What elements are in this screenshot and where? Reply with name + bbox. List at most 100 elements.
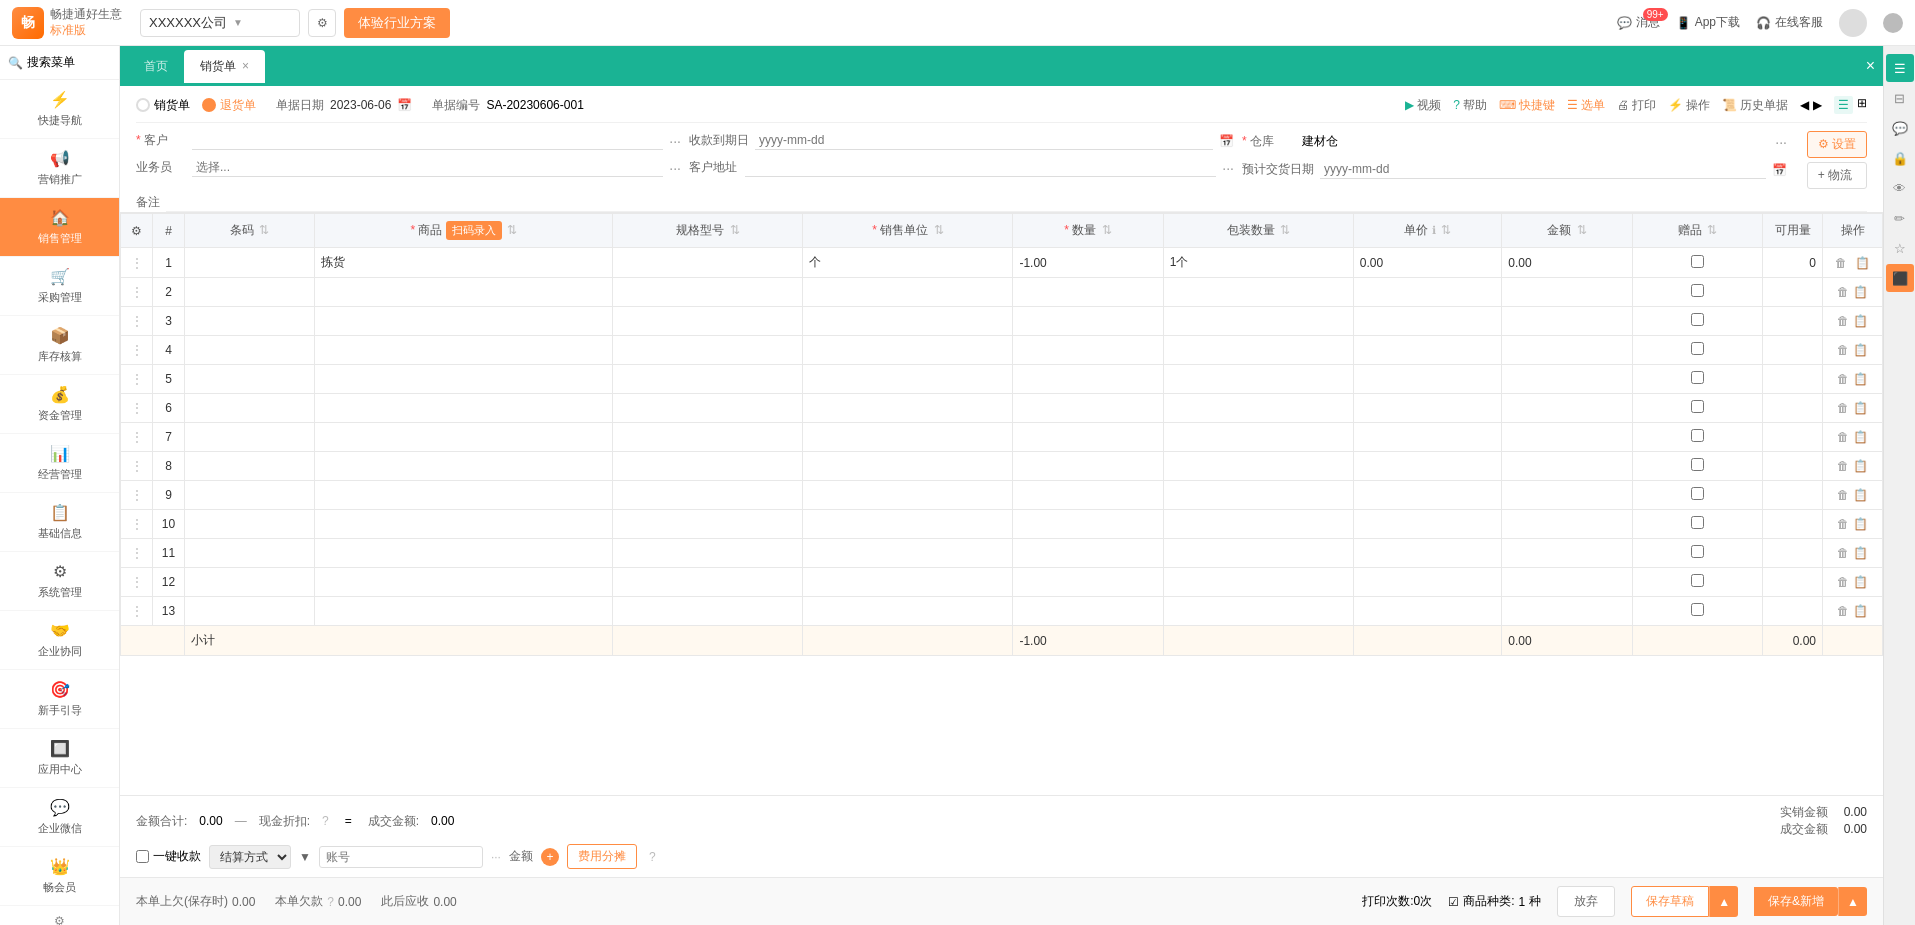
nav-prev-icon[interactable]: ◀ (1800, 98, 1809, 112)
delete-row-3[interactable]: 🗑 (1837, 314, 1849, 328)
settings-button[interactable]: ⚙ (308, 9, 336, 37)
notes-input[interactable] (166, 193, 1867, 212)
rp-lock-icon[interactable]: 🔒 (1886, 144, 1914, 172)
radio-sales[interactable]: 销货单 (136, 97, 190, 114)
save-new-button[interactable]: 保存&新增 (1754, 887, 1838, 916)
sidebar-item-purchase[interactable]: 🛒 采购管理 (0, 257, 119, 316)
customer-addr-input[interactable] (745, 158, 1216, 177)
delete-row-9[interactable]: 🗑 (1837, 488, 1849, 502)
account-more-icon[interactable]: ··· (491, 850, 501, 864)
toolbar-operation[interactable]: ⚡ 操作 (1668, 97, 1710, 114)
avatar[interactable] (1839, 9, 1867, 37)
delete-row-2[interactable]: 🗑 (1837, 285, 1849, 299)
delete-row-5[interactable]: 🗑 (1837, 372, 1849, 386)
expense-split-button[interactable]: 费用分摊 (567, 844, 637, 869)
gift-checkbox-4[interactable] (1691, 342, 1704, 355)
warehouse-more-icon[interactable]: ··· (1775, 134, 1787, 150)
copy-row-13[interactable]: 📋 (1853, 604, 1868, 618)
tab-close-icon[interactable]: × (242, 59, 249, 73)
delete-row-11[interactable]: 🗑 (1837, 546, 1849, 560)
expense-help-icon[interactable]: ? (649, 850, 656, 864)
toolbar-video[interactable]: ▶ 视频 (1405, 97, 1441, 114)
gift-checkbox-1[interactable] (1691, 255, 1704, 268)
sidebar-item-sales[interactable]: 🏠 销售管理 (0, 198, 119, 257)
receive-date-input[interactable] (755, 131, 1213, 150)
sidebar-item-guide[interactable]: 🎯 新手引导 (0, 670, 119, 729)
sidebar-item-system[interactable]: ⚙ 系统管理 (0, 552, 119, 611)
salesperson-more-icon[interactable]: ··· (669, 160, 681, 176)
delivery-cal-icon[interactable]: 📅 (1772, 163, 1787, 177)
calendar-icon[interactable]: 📅 (397, 98, 412, 112)
account-input[interactable] (319, 846, 483, 868)
delete-row-13[interactable]: 🗑 (1837, 604, 1849, 618)
price-info-icon[interactable]: ℹ (1432, 224, 1436, 236)
sidebar-item-enterprise[interactable]: 🤝 企业协同 (0, 611, 119, 670)
app-download-nav[interactable]: 📱 App下载 (1676, 14, 1740, 31)
toolbar-print[interactable]: 🖨 打印 (1617, 97, 1656, 114)
salesperson-input[interactable] (192, 158, 663, 177)
logistics-action-btn[interactable]: + 物流 (1807, 162, 1867, 189)
sort-spec[interactable]: ⇅ (730, 223, 740, 237)
sidebar-item-marketing[interactable]: 📢 营销推广 (0, 139, 119, 198)
sidebar-item-apps[interactable]: 🔲 应用中心 (0, 729, 119, 788)
sidebar-item-wechat[interactable]: 💬 企业微信 (0, 788, 119, 847)
copy-row-8[interactable]: 📋 (1853, 459, 1868, 473)
sort-price[interactable]: ⇅ (1441, 223, 1451, 237)
one-click-pay-checkbox[interactable]: 一键收款 (136, 848, 201, 865)
avatar2[interactable] (1883, 13, 1903, 33)
sidebar-search[interactable]: 🔍 搜索菜单 (0, 46, 119, 80)
copy-row-3[interactable]: 📋 (1853, 314, 1868, 328)
rp-table-icon[interactable]: ☰ (1886, 54, 1914, 82)
sidebar-item-finance[interactable]: 💰 资金管理 (0, 375, 119, 434)
copy-row-9[interactable]: 📋 (1853, 488, 1868, 502)
sidebar-gear[interactable]: ⚙ (0, 906, 119, 925)
sort-product[interactable]: ⇅ (507, 223, 517, 237)
toolbar-help[interactable]: ? 帮助 (1453, 97, 1487, 114)
sidebar-item-basics[interactable]: 📋 基础信息 (0, 493, 119, 552)
delete-row-7[interactable]: 🗑 (1837, 430, 1849, 444)
copy-row-5[interactable]: 📋 (1853, 372, 1868, 386)
service-nav[interactable]: 🎧 在线客服 (1756, 14, 1823, 31)
rp-orange-icon[interactable]: ⬛ (1886, 264, 1914, 292)
toolbar-history[interactable]: 📜 历史单据 (1722, 97, 1788, 114)
gift-checkbox-10[interactable] (1691, 516, 1704, 529)
abandon-button[interactable]: 放弃 (1557, 886, 1615, 917)
add-payment-button[interactable]: + (541, 848, 559, 866)
save-new-chevron[interactable]: ▲ (1838, 887, 1867, 916)
addr-more-icon[interactable]: ··· (1222, 160, 1234, 176)
copy-row-11[interactable]: 📋 (1853, 546, 1868, 560)
list-view-icon[interactable]: ☰ (1834, 96, 1853, 114)
rp-chat-icon[interactable]: 💬 (1886, 114, 1914, 142)
gift-checkbox-12[interactable] (1691, 574, 1704, 587)
sort-pkg[interactable]: ⇅ (1280, 223, 1290, 237)
toolbar-shortcut[interactable]: ⌨ 快捷键 (1499, 97, 1555, 114)
copy-row-6[interactable]: 📋 (1853, 401, 1868, 415)
overdue-help-icon[interactable]: ? (327, 895, 334, 909)
save-draft-chevron[interactable]: ▲ (1709, 886, 1738, 917)
tab-sales-order[interactable]: 销货单 × (184, 50, 265, 83)
sort-amount[interactable]: ⇅ (1577, 223, 1587, 237)
sort-qty[interactable]: ⇅ (1102, 223, 1112, 237)
copy-row-4[interactable]: 📋 (1853, 343, 1868, 357)
nav-next-icon[interactable]: ▶ (1813, 98, 1822, 112)
scan-button[interactable]: 扫码录入 (446, 221, 502, 240)
delete-row-6[interactable]: 🗑 (1837, 401, 1849, 415)
copy-row-2[interactable]: 📋 (1853, 285, 1868, 299)
settle-method-select[interactable]: 结算方式 (209, 845, 291, 869)
copy-row-1[interactable]: 📋 (1855, 256, 1870, 270)
cash-discount-help-icon[interactable]: ? (322, 814, 329, 828)
gift-checkbox-13[interactable] (1691, 603, 1704, 616)
gift-checkbox-7[interactable] (1691, 429, 1704, 442)
copy-row-7[interactable]: 📋 (1853, 430, 1868, 444)
gift-checkbox-6[interactable] (1691, 400, 1704, 413)
delete-row-4[interactable]: 🗑 (1837, 343, 1849, 357)
grid-view-icon[interactable]: ⊞ (1857, 96, 1867, 114)
message-nav[interactable]: 💬 消息 99+ (1617, 14, 1660, 31)
sort-gift[interactable]: ⇅ (1707, 223, 1717, 237)
one-click-pay-input[interactable] (136, 850, 149, 863)
company-selector[interactable]: XXXXXX公司 ▼ (140, 9, 300, 37)
th-settings[interactable]: ⚙ (121, 214, 153, 248)
receive-cal-icon[interactable]: 📅 (1219, 134, 1234, 148)
gift-checkbox-9[interactable] (1691, 487, 1704, 500)
delete-row-1[interactable]: 🗑 (1835, 256, 1847, 270)
